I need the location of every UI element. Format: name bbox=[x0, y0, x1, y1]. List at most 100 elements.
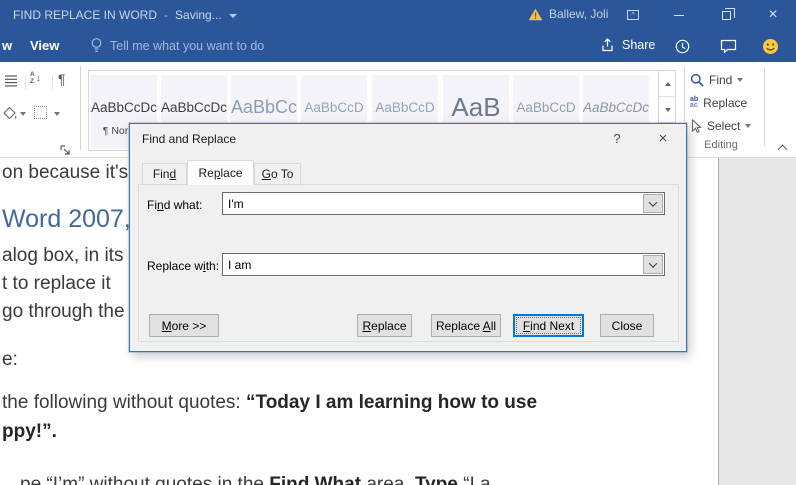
select-menu-button[interactable]: Select bbox=[690, 118, 752, 134]
help-icon: ? bbox=[613, 130, 621, 146]
search-icon bbox=[690, 73, 704, 87]
title-separator: - bbox=[164, 8, 169, 22]
share-label: Share bbox=[622, 38, 656, 52]
share-icon bbox=[602, 38, 613, 52]
tab-review-partial[interactable]: w bbox=[2, 38, 12, 53]
history-icon bbox=[675, 39, 689, 53]
find-label: Find bbox=[709, 73, 733, 87]
chevron-down-icon bbox=[20, 112, 26, 116]
doc-text-line: the following without quotes: “Today I a… bbox=[2, 392, 538, 413]
ribbon-display-options-icon: ^ bbox=[627, 10, 639, 20]
minimize-icon bbox=[674, 14, 684, 16]
triangle-down-icon bbox=[664, 107, 671, 112]
close-button[interactable]: Close bbox=[600, 314, 654, 337]
ribbon-display-options-button[interactable]: ^ bbox=[618, 0, 648, 30]
user-name[interactable]: Ballew, Joli bbox=[549, 7, 608, 21]
borders-dropdown[interactable] bbox=[54, 112, 60, 116]
more-button[interactable]: More >> bbox=[149, 314, 219, 337]
shading-dropdown[interactable] bbox=[20, 112, 26, 116]
comments-button[interactable] bbox=[718, 36, 738, 56]
feedback-smiley-button[interactable] bbox=[760, 36, 780, 56]
chevron-down-icon bbox=[648, 258, 658, 268]
doc-text-line: e: bbox=[2, 349, 18, 370]
select-label: Select bbox=[707, 119, 741, 133]
document-title-text: FIND REPLACE IN WORD bbox=[13, 8, 158, 22]
replace-with-label: Replace with: bbox=[147, 259, 220, 273]
doc-text-line-clipped: pe “I’m” without quotes in the Find What… bbox=[20, 474, 491, 485]
borders-button[interactable] bbox=[34, 106, 47, 119]
close-icon: × bbox=[658, 129, 668, 147]
pilcrow-icon: ¶ bbox=[58, 71, 66, 87]
chevron-down-icon bbox=[737, 78, 744, 82]
show-formatting-button[interactable]: ¶ bbox=[58, 71, 66, 87]
lightbulb-icon bbox=[91, 38, 102, 52]
tell-me-box[interactable]: Tell me what you want to do bbox=[90, 37, 264, 54]
dialog-close-button[interactable]: × bbox=[652, 128, 674, 148]
comment-icon bbox=[720, 39, 736, 54]
account-area[interactable]: Ballew, Joli bbox=[528, 7, 608, 21]
replace-icon: ab ac bbox=[690, 95, 699, 109]
warning-icon[interactable] bbox=[528, 8, 543, 21]
shading-button[interactable] bbox=[2, 106, 18, 121]
find-what-dropdown-button[interactable] bbox=[643, 194, 663, 213]
find-menu-button[interactable]: Find bbox=[690, 72, 744, 88]
doc-text-line: ppy!”. bbox=[2, 421, 57, 442]
find-replace-dialog: Find and Replace ? × Find Replace Go To … bbox=[129, 123, 687, 352]
share-button[interactable]: Share bbox=[599, 37, 655, 53]
tell-me-label: Tell me what you want to do bbox=[110, 38, 265, 53]
doc-text-line: on because it's bbox=[2, 162, 129, 183]
ribbon-tab-row: w View Tell me what you want to do Share bbox=[0, 30, 796, 62]
window-close-icon: × bbox=[768, 6, 778, 23]
doc-text-line: alog box, in its bbox=[2, 245, 124, 266]
tab-view[interactable]: View bbox=[30, 38, 59, 53]
window-close-button[interactable]: × bbox=[758, 0, 788, 30]
chevron-down-icon bbox=[745, 124, 752, 128]
chevron-down-icon bbox=[54, 112, 60, 116]
chevron-up-icon bbox=[777, 144, 787, 154]
smiley-icon bbox=[762, 38, 778, 54]
document-title: FIND REPLACE IN WORD - Saving... bbox=[13, 8, 237, 22]
tab-find[interactable]: Find bbox=[142, 163, 187, 185]
replace-with-input[interactable] bbox=[223, 254, 664, 275]
restore-button[interactable] bbox=[711, 0, 741, 30]
doc-text-line: t to replace it bbox=[2, 273, 111, 294]
off-page-area bbox=[718, 158, 796, 485]
doc-heading: Word 2007, bbox=[2, 205, 131, 233]
gallery-scroll-down-button[interactable] bbox=[659, 97, 676, 123]
tab-replace[interactable]: Replace bbox=[187, 160, 254, 185]
cursor-arrow-icon bbox=[691, 118, 702, 133]
doc-text-line: go through the bbox=[2, 301, 125, 322]
replace-button[interactable]: ab ac Replace bbox=[690, 95, 747, 111]
find-next-button[interactable]: Find Next bbox=[513, 314, 584, 337]
gallery-scroll-up-button[interactable] bbox=[659, 71, 676, 97]
replace-action-button[interactable]: Replace bbox=[357, 314, 412, 337]
title-dropdown-icon[interactable] bbox=[228, 14, 237, 18]
dialog-help-button[interactable]: ? bbox=[606, 128, 628, 148]
triangle-up-icon bbox=[664, 81, 671, 86]
line-spacing-icon bbox=[5, 75, 17, 87]
minimize-button[interactable] bbox=[664, 0, 694, 30]
borders-icon bbox=[34, 106, 47, 119]
replace-with-dropdown-button[interactable] bbox=[643, 255, 663, 274]
paint-bucket-icon bbox=[3, 106, 17, 120]
saving-status: Saving... bbox=[175, 8, 222, 22]
word-window: FIND REPLACE IN WORD - Saving... Ballew,… bbox=[0, 0, 796, 485]
find-what-input[interactable] bbox=[223, 193, 664, 214]
find-what-combo bbox=[222, 192, 665, 215]
line-spacing-button[interactable] bbox=[4, 74, 18, 88]
title-bar[interactable]: FIND REPLACE IN WORD - Saving... Ballew,… bbox=[0, 0, 796, 30]
tab-go-to[interactable]: Go To bbox=[254, 163, 301, 185]
editing-group-label: Editing bbox=[704, 139, 738, 151]
chevron-down-icon bbox=[648, 197, 658, 207]
dialog-launcher-icon bbox=[60, 145, 70, 155]
find-what-label: Find what: bbox=[147, 198, 203, 212]
restore-icon bbox=[721, 7, 735, 20]
sort-icon: AZ bbox=[30, 71, 35, 85]
history-button[interactable] bbox=[672, 36, 692, 56]
collapse-ribbon-button[interactable] bbox=[774, 142, 790, 156]
dialog-title-bar[interactable]: Find and Replace ? × bbox=[130, 124, 686, 153]
sort-button[interactable]: AZ ↓ bbox=[30, 71, 41, 85]
dialog-title: Find and Replace bbox=[142, 132, 237, 146]
replace-with-combo bbox=[222, 253, 665, 276]
replace-all-button[interactable]: Replace All bbox=[431, 314, 501, 337]
